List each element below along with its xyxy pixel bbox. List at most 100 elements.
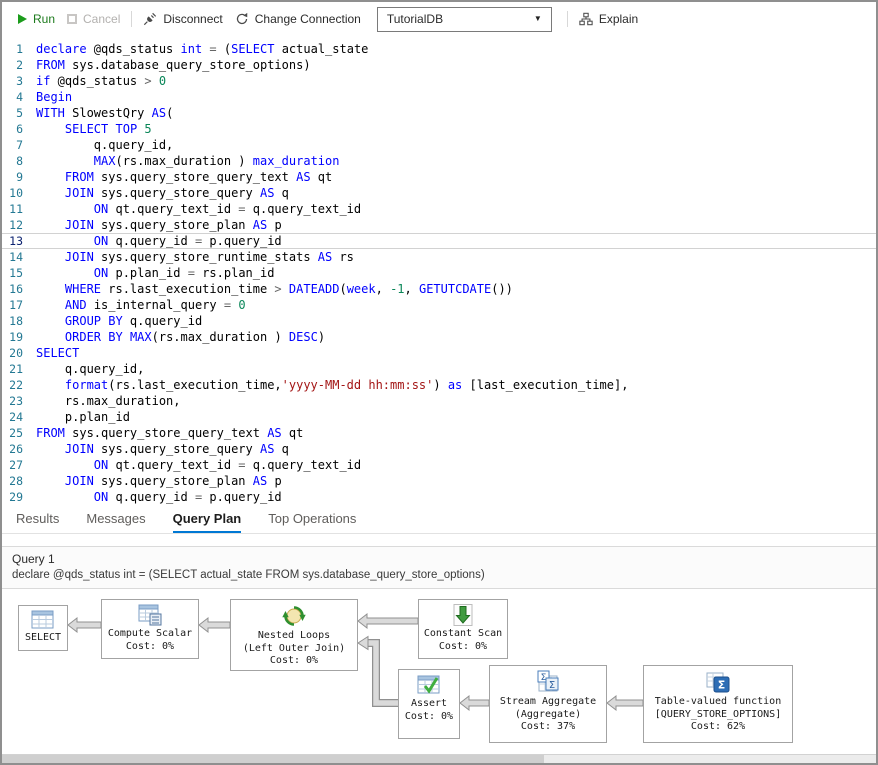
horizontal-scrollbar[interactable] bbox=[2, 754, 876, 763]
code-token: as bbox=[448, 378, 462, 392]
tab-messages[interactable]: Messages bbox=[86, 504, 145, 533]
code-token: MAX bbox=[130, 330, 152, 344]
code-token: (rs.max_duration ) bbox=[115, 154, 252, 168]
plan-node-nested-loops[interactable]: Nested Loops (Left Outer Join) Cost: 0% bbox=[230, 599, 358, 671]
code-line[interactable]: 28 JOIN sys.query_store_plan AS p bbox=[2, 473, 876, 489]
query-title: Query 1 bbox=[12, 552, 866, 566]
plan-node-select[interactable]: SELECT bbox=[18, 605, 68, 651]
cancel-label: Cancel bbox=[83, 12, 120, 26]
plan-node-label: Assert bbox=[411, 698, 447, 711]
plan-node-table-valued-function[interactable]: Σ Table-valued function [QUERY_STORE_OPT… bbox=[643, 665, 793, 743]
code-token: AND bbox=[65, 298, 87, 312]
code-token: AS bbox=[296, 170, 310, 184]
constant-scan-icon bbox=[451, 603, 475, 627]
code-token: MAX bbox=[94, 154, 116, 168]
change-connection-icon bbox=[235, 12, 249, 26]
code-line[interactable]: 7 q.query_id, bbox=[2, 137, 876, 153]
plan-node-sublabel: (Aggregate) bbox=[515, 709, 581, 722]
code-token: = bbox=[209, 42, 216, 56]
code-text: if @qds_status > 0 bbox=[36, 73, 166, 89]
code-line[interactable]: 2FROM sys.database_query_store_options) bbox=[2, 57, 876, 73]
disconnect-button[interactable]: Disconnect bbox=[137, 8, 228, 30]
code-text: rs.max_duration, bbox=[36, 393, 181, 409]
code-token bbox=[36, 474, 65, 488]
line-number: 26 bbox=[2, 441, 36, 457]
query-plan-header: Query 1 declare @qds_status int = (SELEC… bbox=[2, 546, 876, 589]
plan-node-constant-scan[interactable]: Constant Scan Cost: 0% bbox=[418, 599, 508, 659]
code-line[interactable]: 22 format(rs.last_execution_time,'yyyy-M… bbox=[2, 377, 876, 393]
code-token: [last_execution_time], bbox=[462, 378, 628, 392]
code-line[interactable]: 25FROM sys.query_store_query_text AS qt bbox=[2, 425, 876, 441]
line-number: 10 bbox=[2, 185, 36, 201]
code-line[interactable]: 9 FROM sys.query_store_query_text AS qt bbox=[2, 169, 876, 185]
tab-results[interactable]: Results bbox=[16, 504, 59, 533]
code-token: AS bbox=[253, 218, 267, 232]
code-line[interactable]: 16 WHERE rs.last_execution_time > DATEAD… bbox=[2, 281, 876, 297]
code-token: ON bbox=[94, 490, 108, 504]
code-line[interactable]: 18 GROUP BY q.query_id bbox=[2, 313, 876, 329]
code-token: q.query_text_id bbox=[246, 202, 362, 216]
database-dropdown-value: TutorialDB bbox=[387, 12, 443, 26]
code-text: SELECT TOP 5 bbox=[36, 121, 152, 137]
code-line[interactable]: 24 p.plan_id bbox=[2, 409, 876, 425]
code-token: qt bbox=[282, 426, 304, 440]
plan-node-assert[interactable]: Assert Cost: 0% bbox=[398, 669, 460, 739]
code-token: rs.last_execution_time bbox=[101, 282, 274, 296]
database-dropdown[interactable]: TutorialDB ▼ bbox=[377, 7, 552, 32]
run-button[interactable]: Run bbox=[12, 8, 61, 30]
code-line[interactable]: 13 ON q.query_id = p.query_id bbox=[2, 233, 876, 249]
change-connection-button[interactable]: Change Connection bbox=[229, 8, 367, 30]
code-line[interactable]: 8 MAX(rs.max_duration ) max_duration bbox=[2, 153, 876, 169]
plan-node-label: Constant Scan bbox=[424, 628, 502, 641]
code-token bbox=[36, 314, 65, 328]
plan-node-compute-scalar[interactable]: Compute Scalar Cost: 0% bbox=[101, 599, 199, 659]
code-token bbox=[282, 282, 289, 296]
code-token: JOIN bbox=[65, 474, 94, 488]
code-token bbox=[152, 74, 159, 88]
cancel-button[interactable]: Cancel bbox=[61, 8, 126, 30]
code-text: ON q.query_id = p.query_id bbox=[36, 489, 282, 504]
code-line[interactable]: 1declare @qds_status int = (SELECT actua… bbox=[2, 41, 876, 57]
line-number: 8 bbox=[2, 153, 36, 169]
scrollbar-thumb[interactable] bbox=[2, 755, 544, 763]
code-line[interactable]: 12 JOIN sys.query_store_plan AS p bbox=[2, 217, 876, 233]
code-line[interactable]: 23 rs.max_duration, bbox=[2, 393, 876, 409]
code-line[interactable]: 11 ON qt.query_text_id = q.query_text_id bbox=[2, 201, 876, 217]
execution-plan-canvas[interactable]: SELECT Compute Scalar Cost: 0% bbox=[2, 589, 876, 756]
tab-top-operations[interactable]: Top Operations bbox=[268, 504, 356, 533]
line-number: 4 bbox=[2, 89, 36, 105]
sql-editor[interactable]: 1declare @qds_status int = (SELECT actua… bbox=[2, 36, 876, 504]
code-token bbox=[36, 490, 94, 504]
explain-button[interactable]: Explain bbox=[573, 8, 644, 30]
code-line[interactable]: 6 SELECT TOP 5 bbox=[2, 121, 876, 137]
code-line[interactable]: 5WITH SlowestQry AS( bbox=[2, 105, 876, 121]
plan-node-stream-aggregate[interactable]: Σ Σ Stream Aggregate (Aggregate) Cost: 3… bbox=[489, 665, 607, 743]
plan-node-sublabel: (Left Outer Join) bbox=[243, 643, 345, 656]
code-line[interactable]: 17 AND is_internal_query = 0 bbox=[2, 297, 876, 313]
code-line[interactable]: 4Begin bbox=[2, 89, 876, 105]
line-number: 22 bbox=[2, 377, 36, 393]
code-line[interactable]: 20SELECT bbox=[2, 345, 876, 361]
code-token bbox=[36, 442, 65, 456]
plan-node-cost: Cost: 37% bbox=[521, 721, 575, 734]
code-line[interactable]: 3if @qds_status > 0 bbox=[2, 73, 876, 89]
line-number: 27 bbox=[2, 457, 36, 473]
code-line[interactable]: 21 q.query_id, bbox=[2, 361, 876, 377]
explain-icon bbox=[579, 12, 593, 26]
code-token: q bbox=[274, 186, 288, 200]
code-line[interactable]: 19 ORDER BY MAX(rs.max_duration ) DESC) bbox=[2, 329, 876, 345]
code-line[interactable]: 29 ON q.query_id = p.query_id bbox=[2, 489, 876, 504]
code-token: FROM bbox=[36, 426, 65, 440]
code-token: week bbox=[347, 282, 376, 296]
code-text: FROM sys.query_store_query_text AS qt bbox=[36, 169, 332, 185]
code-token: p.plan_id bbox=[36, 410, 130, 424]
code-line[interactable]: 27 ON qt.query_text_id = q.query_text_id bbox=[2, 457, 876, 473]
results-tabbar: Results Messages Query Plan Top Operatio… bbox=[2, 504, 876, 534]
code-token: q bbox=[274, 442, 288, 456]
code-line[interactable]: 14 JOIN sys.query_store_runtime_stats AS… bbox=[2, 249, 876, 265]
query-text: declare @qds_status int = (SELECT actual… bbox=[12, 569, 866, 581]
code-line[interactable]: 26 JOIN sys.query_store_query AS q bbox=[2, 441, 876, 457]
code-line[interactable]: 10 JOIN sys.query_store_query AS q bbox=[2, 185, 876, 201]
tab-query-plan[interactable]: Query Plan bbox=[173, 504, 242, 533]
code-line[interactable]: 15 ON p.plan_id = rs.plan_id bbox=[2, 265, 876, 281]
